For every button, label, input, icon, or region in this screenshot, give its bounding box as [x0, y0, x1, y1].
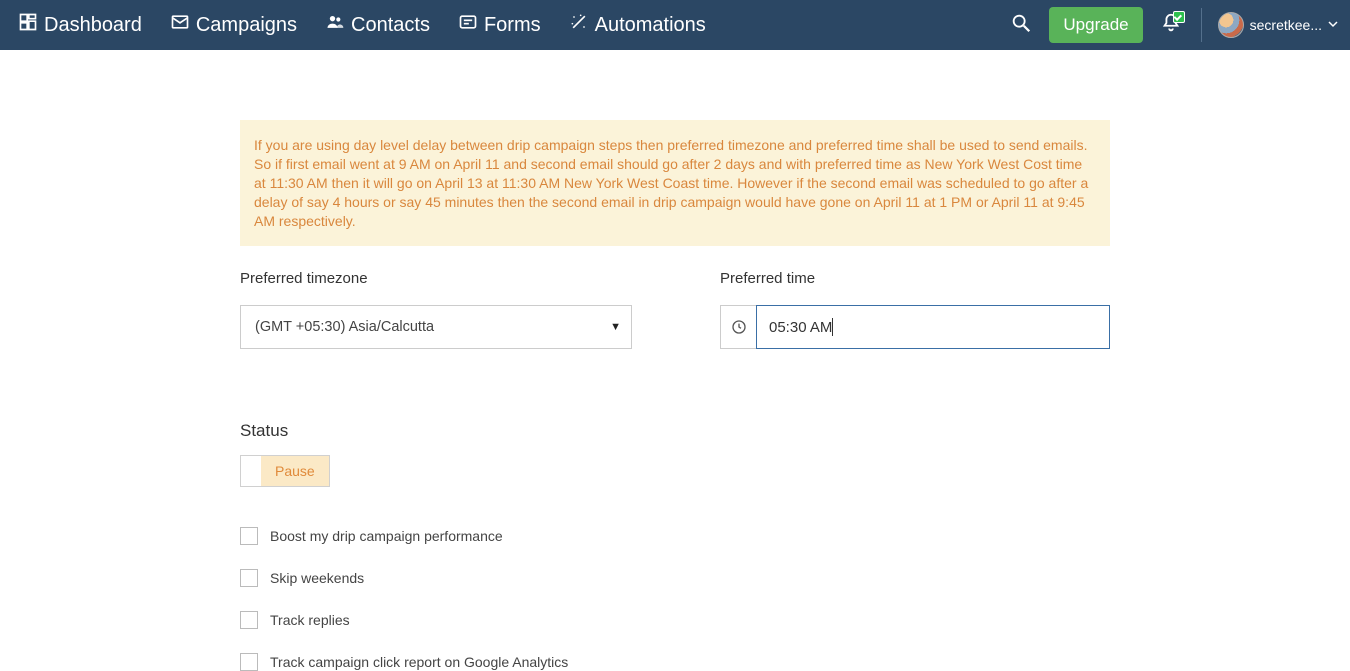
user-name-label: secretkee...: [1250, 17, 1322, 33]
upgrade-button[interactable]: Upgrade: [1049, 7, 1142, 43]
option-track-replies[interactable]: Track replies: [240, 611, 1110, 629]
option-track-ga[interactable]: Track campaign click report on Google An…: [240, 653, 1110, 671]
nav-contacts[interactable]: Contacts: [325, 12, 430, 38]
option-label: Boost my drip campaign performance: [270, 528, 503, 544]
option-label: Skip weekends: [270, 570, 364, 586]
status-section: Status Pause: [240, 421, 1110, 491]
nav-campaigns[interactable]: Campaigns: [170, 12, 297, 38]
time-input-group: 05:30 AM: [720, 305, 1110, 349]
caret-down-icon: ▼: [610, 321, 621, 333]
nav-forms[interactable]: Forms: [458, 12, 541, 38]
toggle-off-segment: [241, 456, 261, 486]
avatar: [1218, 12, 1244, 38]
search-icon: [1010, 12, 1032, 39]
search-button[interactable]: [1003, 7, 1039, 43]
notification-badge-icon: [1173, 11, 1185, 23]
option-label: Track replies: [270, 612, 350, 628]
checkbox[interactable]: [240, 653, 258, 671]
nav-label: Dashboard: [44, 14, 142, 37]
info-text: If you are using day level delay between…: [254, 137, 1088, 229]
status-label: Status: [240, 421, 1110, 441]
main-content: If you are using day level delay between…: [240, 50, 1110, 671]
nav-label: Contacts: [351, 14, 430, 37]
nav-automations[interactable]: Automations: [569, 12, 706, 38]
people-icon: [325, 12, 345, 38]
separator: [1201, 8, 1202, 42]
envelope-icon: [170, 12, 190, 38]
option-skip-weekends[interactable]: Skip weekends: [240, 569, 1110, 587]
text-cursor: [832, 318, 833, 336]
form-icon: [458, 12, 478, 38]
clock-icon: [720, 305, 756, 349]
checkbox[interactable]: [240, 611, 258, 629]
timezone-field: Preferred timezone (GMT +05:30) Asia/Cal…: [240, 270, 632, 349]
wand-icon: [569, 12, 589, 38]
timezone-label: Preferred timezone: [240, 270, 632, 287]
checkbox[interactable]: [240, 527, 258, 545]
toggle-pause-segment: Pause: [261, 456, 329, 486]
status-toggle[interactable]: Pause: [240, 455, 330, 487]
nav-label: Automations: [595, 14, 706, 37]
user-menu[interactable]: secretkee...: [1218, 12, 1338, 38]
nav-right: Upgrade secretkee...: [1003, 7, 1338, 43]
time-value: 05:30 AM: [769, 319, 832, 336]
nav-label: Campaigns: [196, 14, 297, 37]
option-boost[interactable]: Boost my drip campaign performance: [240, 527, 1110, 545]
time-input[interactable]: 05:30 AM: [756, 305, 1110, 349]
nav-dashboard[interactable]: Dashboard: [18, 12, 142, 38]
top-navbar: Dashboard Campaigns Contacts Forms Autom: [0, 0, 1350, 50]
notifications-button[interactable]: [1153, 7, 1189, 43]
info-banner: If you are using day level delay between…: [240, 120, 1110, 246]
pause-label: Pause: [275, 463, 315, 479]
time-field: Preferred time 05:30 AM: [720, 270, 1110, 349]
timezone-value: (GMT +05:30) Asia/Calcutta: [255, 319, 434, 335]
time-label: Preferred time: [720, 270, 1110, 287]
options-list: Boost my drip campaign performance Skip …: [240, 527, 1110, 671]
option-label: Track campaign click report on Google An…: [270, 654, 568, 670]
timezone-select[interactable]: (GMT +05:30) Asia/Calcutta ▼: [240, 305, 632, 349]
chevron-down-icon: [1328, 16, 1338, 34]
upgrade-label: Upgrade: [1063, 15, 1128, 34]
preferences-row: Preferred timezone (GMT +05:30) Asia/Cal…: [240, 270, 1110, 349]
checkbox[interactable]: [240, 569, 258, 587]
nav-left: Dashboard Campaigns Contacts Forms Autom: [18, 12, 706, 38]
nav-label: Forms: [484, 14, 541, 37]
dashboard-icon: [18, 12, 38, 38]
